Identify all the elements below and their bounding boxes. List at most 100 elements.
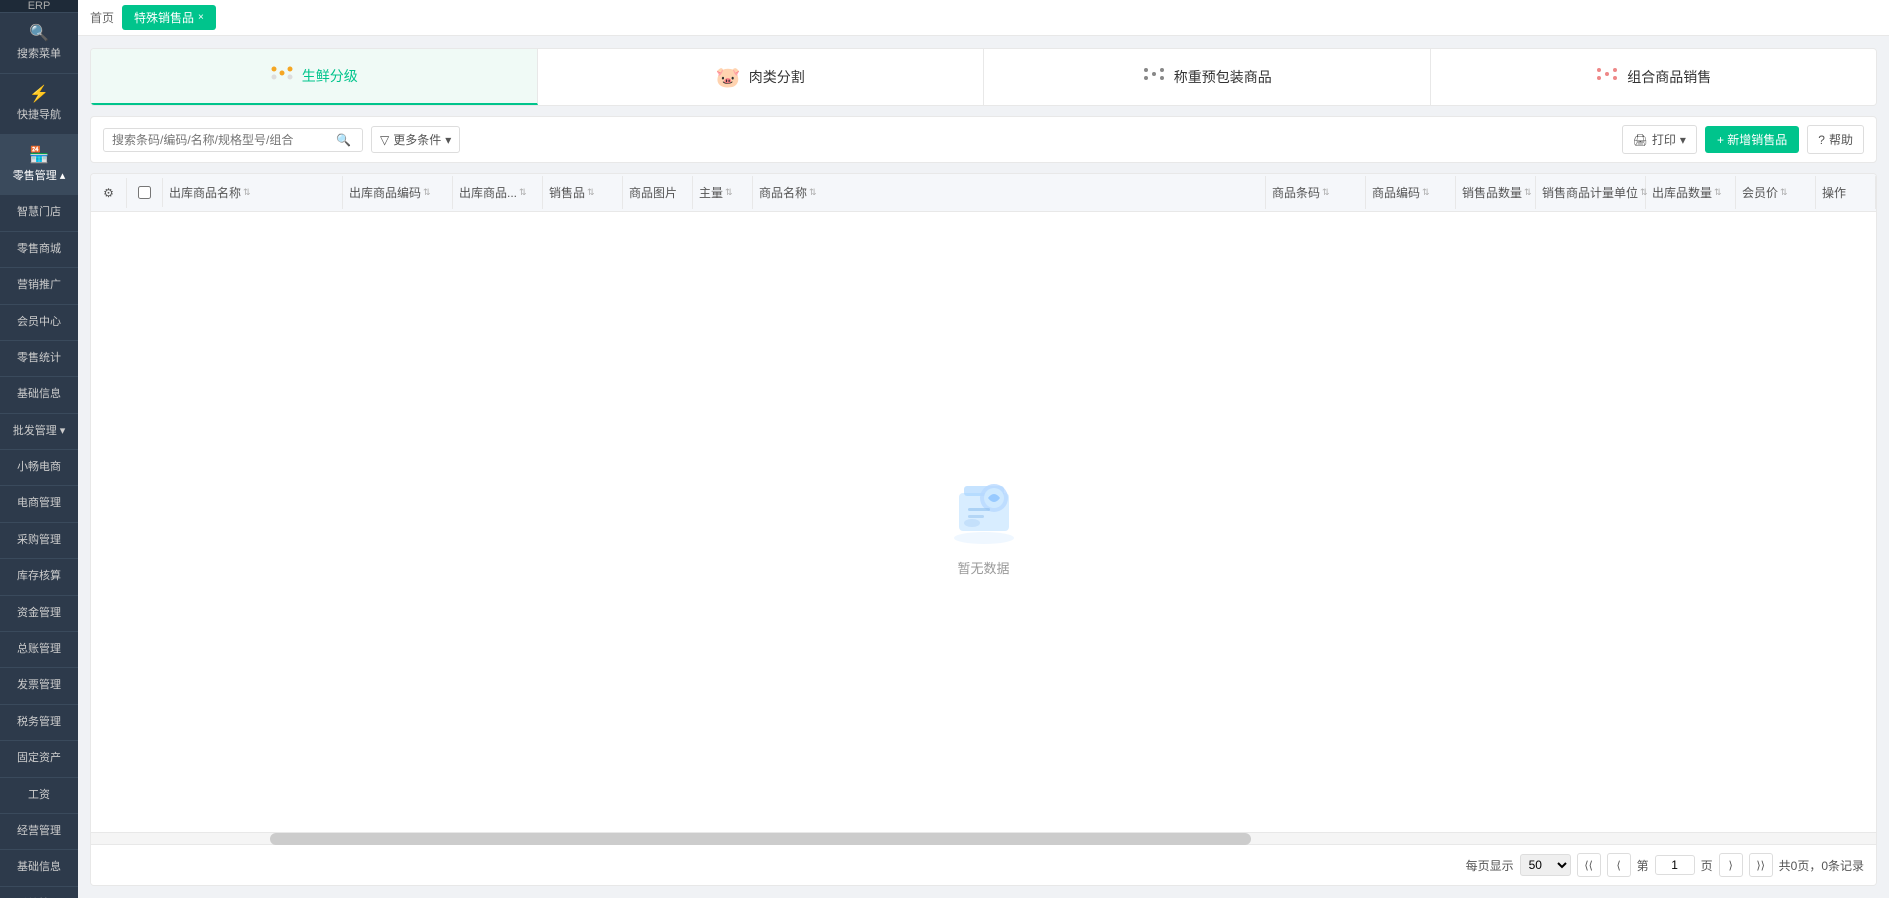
filter-button[interactable]: ▽ 更多条件 ▾ (371, 126, 460, 153)
sidebar-item-ecom-mgmt[interactable]: 电商管理 (0, 486, 78, 522)
search-box[interactable]: 🔍 (103, 128, 363, 152)
sidebar-item-label: 智慧门店 (17, 206, 61, 218)
print-button[interactable]: 🖨 打印 ▾ (1622, 125, 1697, 154)
table-footer: 每页显示 50 10 20 100 ⟨⟨ ⟨ 第 页 ⟩ ⟩⟩ 共0页，0条记录 (91, 844, 1876, 885)
search-menu-icon: 🔍 (4, 23, 74, 45)
search-icon: 🔍 (336, 133, 351, 147)
toolbar-right: 🖨 打印 ▾ + 新增销售品 ? 帮助 (1622, 125, 1864, 154)
sidebar-item-finance-mgmt[interactable]: 资金管理 (0, 596, 78, 632)
table-body: 暂无数据 (91, 212, 1876, 832)
help-label: 帮助 (1829, 131, 1853, 148)
filter-chevron-icon: ▾ (445, 133, 451, 147)
topbar-home[interactable]: 首页 (90, 9, 114, 26)
search-input[interactable] (112, 133, 332, 147)
sidebar-item-stock-check[interactable]: 库存核算 (0, 559, 78, 595)
sort-icon[interactable]: ⇅ (1422, 187, 1430, 198)
topbar-tab-close-icon[interactable]: × (198, 12, 204, 23)
sidebar-item-label: 快捷导航 (17, 109, 61, 121)
sidebar-item-tax-mgmt[interactable]: 税务管理 (0, 705, 78, 741)
sidebar-item-label: 基础信息 (17, 861, 61, 873)
topbar-tab-special[interactable]: 特殊销售品 × (122, 5, 216, 30)
help-icon: ? (1818, 133, 1825, 147)
th-member-price: 会员价 ⇅ (1736, 176, 1816, 209)
horizontal-scrollbar[interactable] (91, 832, 1876, 844)
sidebar-item-label: 税务管理 (17, 716, 61, 728)
th-main: 主量 ⇅ (693, 176, 753, 209)
content-area: 生鲜分级 🐷 肉类分割 称重预包装商品 (78, 36, 1889, 898)
sidebar-item-retail-mall[interactable]: 零售商城 (0, 232, 78, 268)
sort-icon[interactable]: ⇅ (1322, 187, 1330, 198)
sort-icon[interactable]: ⇅ (725, 187, 733, 198)
main-content: 首页 特殊销售品 × 生鲜分级 (78, 0, 1889, 898)
toolbar-left: 🔍 ▽ 更多条件 ▾ (103, 126, 460, 153)
sidebar-item-label: 零售商城 (17, 243, 61, 255)
print-label: 打印 (1652, 131, 1676, 148)
sidebar-item-basic-info-retail[interactable]: 基础信息 (0, 377, 78, 413)
sidebar-item-wholesale-mgmt[interactable]: 批发管理 ▾ (0, 414, 78, 450)
print-dropdown-icon: ▾ (1680, 133, 1686, 147)
category-tab-meat-cut[interactable]: 🐷 肉类分割 (538, 49, 985, 105)
sidebar-item-invoice-mgmt[interactable]: 发票管理 (0, 668, 78, 704)
sidebar-item-retail-stats[interactable]: 零售统计 (0, 341, 78, 377)
sort-icon[interactable]: ⇅ (587, 187, 595, 198)
sidebar-item-member-center[interactable]: 会员中心 (0, 305, 78, 341)
scrollbar-thumb[interactable] (270, 833, 1252, 845)
category-tab-label: 生鲜分级 (302, 66, 358, 86)
sort-icon[interactable]: ⇅ (519, 187, 527, 198)
sidebar-item-label: 固定资产 (17, 752, 61, 764)
page-size-select[interactable]: 50 10 20 100 (1520, 854, 1571, 876)
sort-icon[interactable]: ⇅ (809, 187, 817, 198)
th-goods-name: 商品名称 ⇅ (753, 176, 1266, 209)
th-check[interactable] (127, 178, 163, 207)
empty-text: 暂无数据 (957, 558, 1009, 577)
sidebar-item-search-menu[interactable]: 🔍 搜索菜单 (0, 13, 78, 74)
sidebar-item-label: 电商管理 (17, 497, 61, 509)
sidebar-item-mini-ecom[interactable]: 小畅电商 (0, 450, 78, 486)
page-input[interactable] (1655, 855, 1695, 875)
new-sale-label: + 新增销售品 (1717, 131, 1787, 148)
sidebar-item-label: 零售管理 ▴ (13, 170, 66, 182)
sidebar-item-general-ledger[interactable]: 总账管理 (0, 632, 78, 668)
sort-icon[interactable]: ⇅ (1524, 187, 1532, 198)
sidebar-item-marketing[interactable]: 营销推广 (0, 268, 78, 304)
last-page-button[interactable]: ⟩⟩ (1749, 853, 1773, 877)
sort-icon[interactable]: ⇅ (243, 187, 251, 198)
category-tab-fresh-grade[interactable]: 生鲜分级 (91, 49, 538, 105)
logo-text: ERP (28, 0, 51, 12)
th-goods-num: 商品编码 ⇅ (1366, 176, 1456, 209)
total-label: 共0页，0条记录 (1779, 857, 1864, 874)
sidebar-item-label: 库存核算 (17, 570, 61, 582)
topbar-tab-label: 特殊销售品 (134, 9, 194, 26)
help-button[interactable]: ? 帮助 (1807, 125, 1864, 154)
select-all-checkbox[interactable] (138, 186, 151, 199)
sidebar-item-sys-mgmt[interactable]: 系统管理 (0, 887, 78, 898)
sort-icon[interactable]: ⇅ (1780, 187, 1788, 198)
sidebar-item-retail-mgmt[interactable]: 🏪 零售管理 ▴ (0, 135, 78, 196)
sidebar: ERP 🔍 搜索菜单 ⚡ 快捷导航 🏪 零售管理 ▴ 智慧门店 零售商城 营销推… (0, 0, 78, 898)
combo-sale-icon (1595, 64, 1619, 90)
th-out-qty: 出库品数量 ⇅ (1646, 176, 1736, 209)
first-page-button[interactable]: ⟨⟨ (1577, 853, 1601, 877)
sidebar-item-basic-info[interactable]: 基础信息 (0, 850, 78, 886)
sidebar-item-label: 经营管理 (17, 825, 61, 837)
sidebar-item-quick-nav[interactable]: ⚡ 快捷导航 (0, 74, 78, 135)
category-tab-combo-sale[interactable]: 组合商品销售 (1431, 49, 1877, 105)
th-out-spec: 出库商品... ⇅ (453, 176, 543, 209)
sidebar-item-smart-store[interactable]: 智慧门店 (0, 195, 78, 231)
next-page-button[interactable]: ⟩ (1719, 853, 1743, 877)
quick-nav-icon: ⚡ (4, 84, 74, 106)
sidebar-item-purchase-mgmt[interactable]: 采购管理 (0, 523, 78, 559)
category-tab-label: 肉类分割 (749, 67, 805, 87)
fresh-grade-icon (270, 63, 294, 89)
sidebar-item-salary[interactable]: 工资 (0, 778, 78, 814)
sort-icon[interactable]: ⇅ (1714, 187, 1722, 198)
sort-icon[interactable]: ⇅ (423, 187, 431, 198)
sidebar-item-ops-mgmt[interactable]: 经营管理 (0, 814, 78, 850)
sidebar-item-fixed-assets[interactable]: 固定资产 (0, 741, 78, 777)
new-sale-button[interactable]: + 新增销售品 (1705, 126, 1799, 153)
category-tab-weight-packed[interactable]: 称重预包装商品 (984, 49, 1431, 105)
pagination: 每页显示 50 10 20 100 ⟨⟨ ⟨ 第 页 ⟩ ⟩⟩ 共0页，0条记录 (1466, 853, 1864, 877)
th-sale-unit: 销售商品计量单位 ⇅ (1536, 176, 1646, 209)
prev-page-button[interactable]: ⟨ (1607, 853, 1631, 877)
th-setting[interactable]: ⚙ (91, 178, 127, 208)
